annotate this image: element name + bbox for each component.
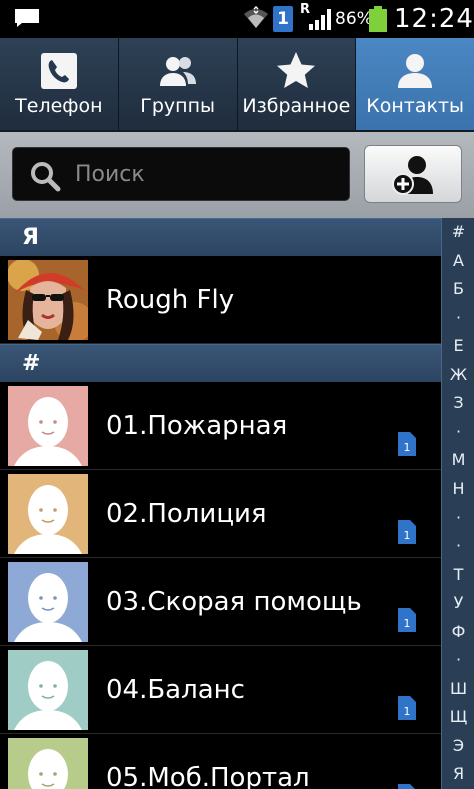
contact-list[interactable]: Я Rough Fly # 01.Пожарная 1 02.Полиция 1… [0, 218, 441, 789]
tab-label: Контакты [366, 95, 465, 117]
profile-photo [8, 260, 88, 340]
search-box[interactable] [12, 147, 350, 201]
add-contact-icon [392, 156, 433, 195]
avatar [8, 386, 88, 466]
default-avatar-icon [14, 573, 82, 642]
default-avatar-icon [28, 749, 68, 789]
index-letter[interactable]: Б [442, 279, 474, 298]
alphabet-index-bar[interactable]: # А Б · Е Ж З · М Н · · Т У Ф · Ш Щ Э Я [441, 218, 474, 789]
index-letter[interactable]: · [442, 650, 474, 669]
list-item[interactable]: 02.Полиция 1 [0, 470, 441, 558]
index-letter[interactable]: А [442, 251, 474, 270]
sim-card-icon: 1 [398, 696, 416, 720]
message-notification-icon [15, 9, 39, 27]
index-letter[interactable]: Ш [442, 679, 474, 698]
search-icon [31, 162, 61, 192]
groups-icon [159, 57, 196, 86]
contact-name: 05.Моб.Портал [106, 763, 310, 789]
index-letter[interactable]: · [442, 308, 474, 327]
status-bar: 1 R 86% 12:24 [0, 0, 474, 38]
sim-card-icon: 1 [398, 608, 416, 632]
contact-name: 01.Пожарная [106, 411, 288, 441]
list-item[interactable]: Rough Fly [0, 256, 441, 344]
index-letter[interactable]: З [442, 393, 474, 412]
index-letter[interactable]: Ж [442, 365, 474, 384]
sim-card-icon: 1 [398, 784, 415, 789]
index-letter[interactable]: У [442, 593, 474, 612]
svg-text:1: 1 [404, 617, 411, 630]
add-contact-button[interactable] [364, 145, 462, 203]
section-header-hash: # [0, 344, 441, 382]
avatar [8, 650, 88, 730]
tab-favorites[interactable]: Избранное [237, 38, 357, 130]
tab-groups[interactable]: Группы [118, 38, 238, 130]
svg-text:1: 1 [404, 705, 411, 718]
svg-text:1: 1 [404, 529, 411, 542]
list-item[interactable]: 01.Пожарная 1 [0, 382, 441, 470]
index-letter[interactable]: · [442, 422, 474, 441]
index-letter[interactable]: Я [442, 764, 474, 783]
list-item[interactable]: 03.Скорая помощь 1 [0, 558, 441, 646]
signal-icon [309, 9, 331, 30]
contact-name: 03.Скорая помощь [106, 587, 362, 617]
index-letter[interactable]: Е [442, 336, 474, 355]
default-avatar-icon [14, 485, 82, 554]
avatar [8, 562, 88, 642]
index-letter[interactable]: Ф [442, 622, 474, 641]
section-header-me: Я [0, 218, 441, 256]
index-letter[interactable]: Щ [442, 707, 474, 726]
tab-contacts[interactable]: Контакты [356, 38, 474, 130]
sim-card-icon: 1 [398, 520, 416, 544]
star-icon [277, 52, 316, 88]
tab-label: Телефон [15, 95, 103, 117]
list-item[interactable]: 05.Моб.Портал 1 [0, 734, 441, 789]
default-avatar-icon [14, 661, 82, 730]
sim-notification-badge: 1 [273, 6, 293, 32]
tab-bar: Телефон Группы Избранное Контакты [0, 38, 474, 132]
tab-label: Избранное [242, 95, 351, 117]
contact-name: Rough Fly [106, 285, 235, 315]
clock: 12:24 [394, 4, 474, 34]
phone-icon [40, 53, 77, 89]
index-letter[interactable]: · [442, 508, 474, 527]
svg-text:1: 1 [404, 441, 411, 454]
search-input[interactable] [75, 148, 345, 200]
contacts-icon [398, 54, 433, 88]
index-letter[interactable]: Т [442, 565, 474, 584]
wifi-icon [244, 6, 268, 28]
sim-card-icon: 1 [398, 432, 416, 456]
avatar [8, 474, 88, 554]
battery-icon [369, 6, 387, 32]
index-letter[interactable]: Н [442, 479, 474, 498]
avatar [8, 738, 88, 789]
tab-label: Группы [140, 95, 215, 117]
search-bar [0, 132, 474, 218]
index-letter[interactable]: Э [442, 736, 474, 755]
list-item[interactable]: 04.Баланс 1 [0, 646, 441, 734]
index-letter[interactable]: М [442, 450, 474, 469]
avatar [8, 260, 88, 340]
index-letter[interactable]: # [442, 222, 474, 241]
default-avatar-icon [14, 397, 82, 466]
contact-name: 04.Баланс [106, 675, 245, 705]
index-letter[interactable]: · [442, 536, 474, 555]
tab-phone[interactable]: Телефон [0, 38, 119, 130]
contact-name: 02.Полиция [106, 499, 267, 529]
